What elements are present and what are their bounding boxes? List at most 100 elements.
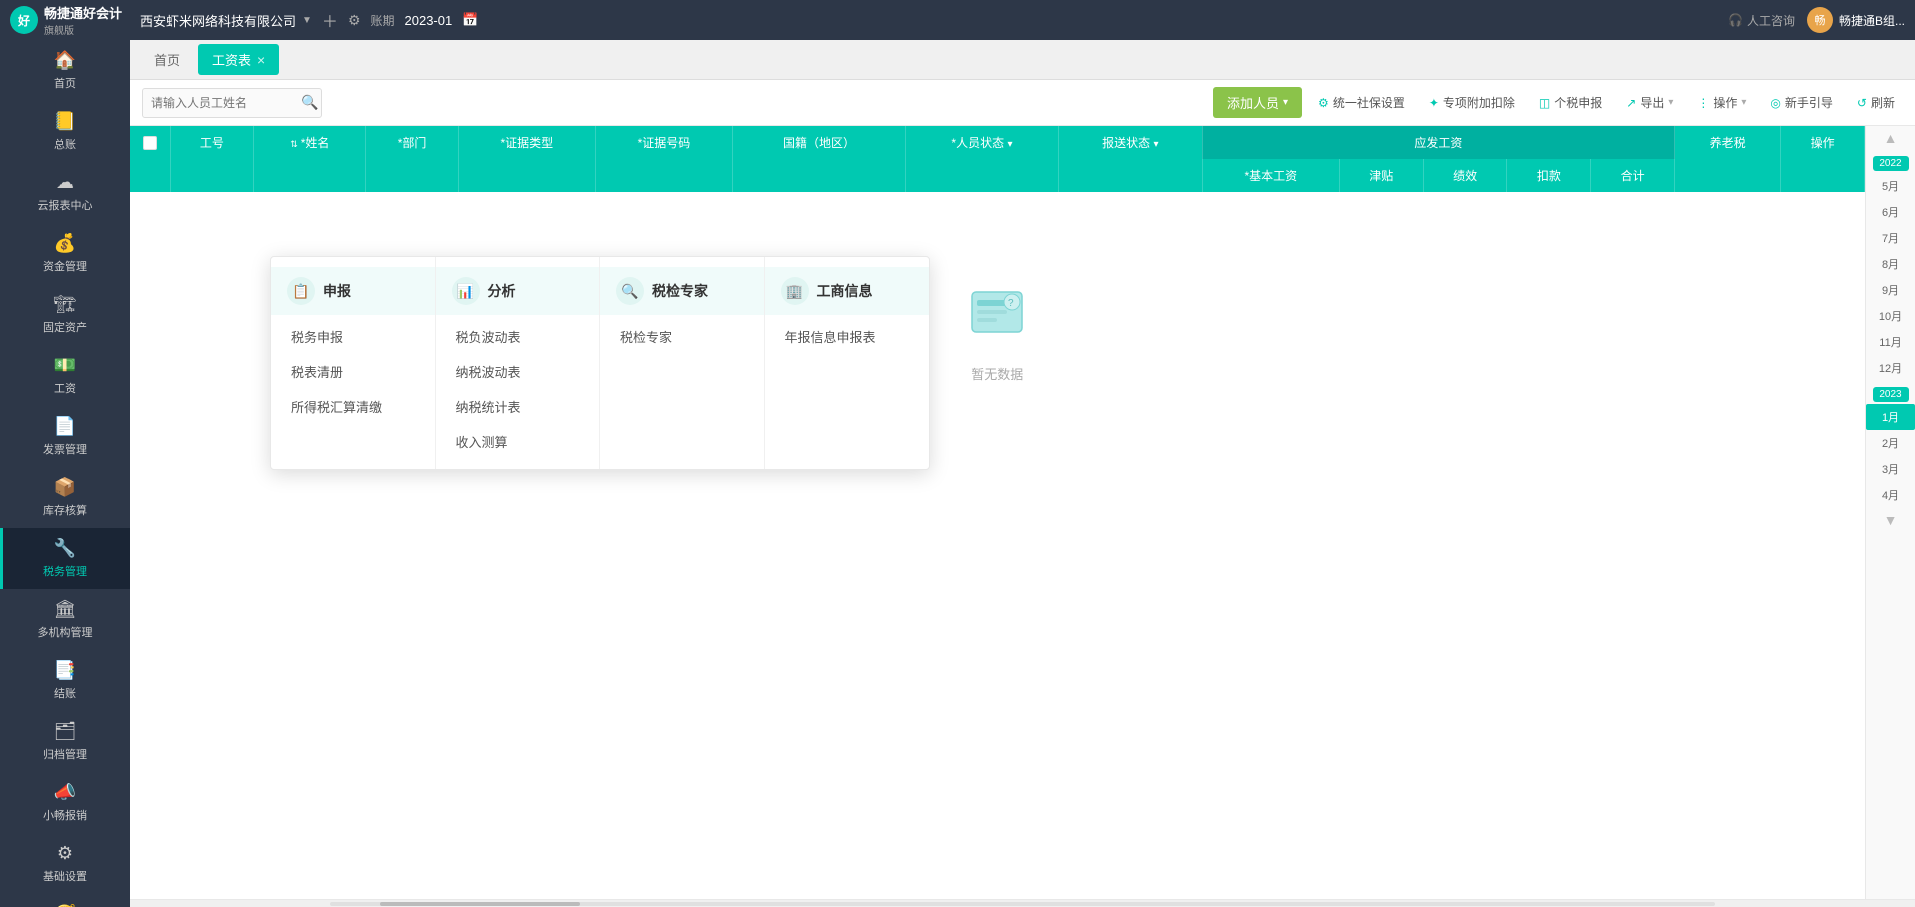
content-area: 首页 工资表 × 🔍 添加人员 ▾ ⚙ 统一社保设置 ✦ 专项附 — [130, 40, 1915, 907]
expert-icon: 🔍 — [616, 277, 644, 305]
scrollbar-thumb[interactable] — [380, 902, 580, 906]
sidebar-item-multiorg[interactable]: 🏛 多机构管理 — [0, 589, 130, 650]
th2-base-salary: *基本工资 — [1202, 159, 1339, 192]
cal-month-7[interactable]: 7月 — [1866, 225, 1915, 251]
toolbar: 🔍 添加人员 ▾ ⚙ 统一社保设置 ✦ 专项附加扣除 ◫ 个税申报 ↗ 导出 — [130, 80, 1915, 126]
cal-month-2[interactable]: 2月 — [1866, 430, 1915, 456]
sidebar-item-funds[interactable]: 💰 资金管理 — [0, 223, 130, 284]
dropdown-item-income-tax[interactable]: 所得税汇算清缴 — [271, 389, 435, 424]
business-icon: 🏢 — [781, 277, 809, 305]
select-all-checkbox[interactable] — [143, 136, 157, 150]
export-label: 导出 — [1640, 94, 1664, 111]
cal-month-3[interactable]: 3月 — [1866, 456, 1915, 482]
top-right: 🎧 人工咨询 畅 畅捷通B组... — [1728, 7, 1905, 33]
sidebar-expense-label: 小畅报销 — [43, 807, 87, 823]
social-insurance-label: 统一社保设置 — [1333, 94, 1405, 111]
setting-icon[interactable]: ⚙ — [348, 12, 361, 29]
headset-icon: 🎧 — [1728, 13, 1743, 27]
dropdown-item-tax-burden[interactable]: 税负波动表 — [436, 319, 600, 354]
dropdown-item-tax-declare[interactable]: 税务申报 — [271, 319, 435, 354]
tab-bar: 首页 工资表 × — [130, 40, 1915, 80]
cal-month-12[interactable]: 12月 — [1866, 355, 1915, 381]
top-bar: 好 畅捷通好会计 旗舰版 西安虾米网络科技有限公司 ▼ ＋ ⚙ 账期 2023-… — [0, 0, 1915, 40]
export-button[interactable]: ↗ 导出 ▾ — [1618, 90, 1681, 115]
dropdown-item-expert[interactable]: 税检专家 — [600, 319, 764, 354]
user-area[interactable]: 畅 畅捷通B组... — [1807, 7, 1905, 33]
cal-month-1[interactable]: 1月 — [1866, 404, 1915, 430]
dropdown-item-tax-list[interactable]: 税表清册 — [271, 354, 435, 389]
add-people-label: 添加人员 — [1227, 93, 1279, 112]
sidebar-item-close[interactable]: 📑 结账 — [0, 650, 130, 711]
search-input[interactable] — [151, 96, 301, 110]
dropdown-item-annual-report[interactable]: 年报信息申报表 — [765, 319, 930, 354]
sidebar-tax-label: 税务管理 — [43, 563, 87, 579]
add-people-button[interactable]: 添加人员 ▾ — [1213, 87, 1302, 118]
assets-icon: 🏗 — [54, 294, 77, 315]
cloud-icon: ☁ — [56, 172, 74, 193]
app-title: 畅捷通好会计 — [44, 3, 122, 22]
ledger-icon: 📒 — [54, 111, 76, 132]
company-dropdown-arrow: ▼ — [302, 15, 312, 26]
sidebar-item-assets[interactable]: 🏗 固定资产 — [0, 284, 130, 345]
dropdown-item-tax-stats[interactable]: 纳税统计表 — [436, 389, 600, 424]
guide-label: 新手引导 — [1785, 94, 1833, 111]
cal-month-11[interactable]: 11月 — [1866, 329, 1915, 355]
special-deduction-label: 专项附加扣除 — [1443, 94, 1515, 111]
sidebar-archive-label: 归档管理 — [43, 746, 87, 762]
special-deduction-button[interactable]: ✦ 专项附加扣除 — [1421, 90, 1523, 115]
app-subtitle: 旗舰版 — [44, 22, 122, 37]
th2-deduction: 扣款 — [1507, 159, 1591, 192]
th2-performance: 绩效 — [1423, 159, 1507, 192]
calendar-up-nav[interactable]: ▲ — [1884, 126, 1898, 150]
tax-declare-button[interactable]: ◫ 个税申报 — [1531, 90, 1610, 115]
invoice-icon: 📄 — [54, 416, 76, 437]
company-selector[interactable]: 西安虾米网络科技有限公司 ▼ — [140, 11, 312, 30]
cal-month-8[interactable]: 8月 — [1866, 251, 1915, 277]
sidebar-item-guide[interactable]: 🧭 新手引导 — [0, 894, 130, 907]
th2-empty11 — [1781, 159, 1865, 192]
guide-button[interactable]: ◎ 新手引导 — [1762, 90, 1841, 115]
sidebar-item-tax[interactable]: 🔧 税务管理 — [0, 528, 130, 589]
sidebar-item-cloud[interactable]: ☁ 云报表中心 — [0, 162, 130, 223]
social-insurance-button[interactable]: ⚙ 统一社保设置 — [1310, 90, 1413, 115]
tab-salary-table[interactable]: 工资表 × — [198, 44, 279, 75]
calendar-icon[interactable]: 📅 — [462, 12, 478, 28]
refresh-button[interactable]: ↺ 刷新 — [1849, 90, 1903, 115]
sidebar-invoice-label: 发票管理 — [43, 441, 87, 457]
th2-empty9 — [1058, 159, 1202, 192]
sidebar-item-expense[interactable]: 📣 小畅报销 — [0, 772, 130, 833]
calendar-year-2022: 2022 — [1873, 156, 1909, 171]
sidebar-item-home[interactable]: 🏠 首页 — [0, 40, 130, 101]
person-status-filter-icon[interactable]: ▾ — [1007, 139, 1012, 150]
cal-month-6[interactable]: 6月 — [1866, 199, 1915, 225]
sidebar-item-invoice[interactable]: 📄 发票管理 — [0, 406, 130, 467]
support-button[interactable]: 🎧 人工咨询 — [1728, 12, 1795, 29]
tab-home[interactable]: 首页 — [140, 44, 194, 75]
cal-month-9[interactable]: 9月 — [1866, 277, 1915, 303]
report-status-filter-icon[interactable]: ▾ — [1153, 139, 1158, 150]
sidebar-multiorg-label: 多机构管理 — [38, 624, 93, 640]
add-company-button[interactable]: ＋ — [322, 8, 338, 32]
sidebar-item-inventory[interactable]: 📦 库存核算 — [0, 467, 130, 528]
dropdown-item-tax-change[interactable]: 纳税波动表 — [436, 354, 600, 389]
search-wrap: 🔍 — [142, 88, 322, 118]
sidebar-item-settings[interactable]: ⚙ 基础设置 — [0, 833, 130, 894]
dropdown-item-income-calc[interactable]: 收入测算 — [436, 424, 600, 459]
dropdown-header-business: 🏢 工商信息 — [765, 267, 930, 315]
calendar-down-nav[interactable]: ▼ — [1884, 508, 1898, 532]
cal-month-10[interactable]: 10月 — [1866, 303, 1915, 329]
tab-close-button[interactable]: × — [257, 52, 265, 68]
operations-arrow: ▾ — [1741, 97, 1746, 108]
cal-month-4[interactable]: 4月 — [1866, 482, 1915, 508]
sidebar-settings-label: 基础设置 — [43, 868, 87, 884]
sidebar-item-ledger[interactable]: 📒 总账 — [0, 101, 130, 162]
cal-month-5[interactable]: 5月 — [1866, 173, 1915, 199]
tax-declare-icon: ◫ — [1539, 96, 1550, 110]
th-report-status: 报送状态 ▾ — [1058, 126, 1202, 159]
archive-icon: 🗂 — [54, 721, 77, 742]
sidebar-item-archive[interactable]: 🗂 归档管理 — [0, 711, 130, 772]
sidebar-item-salary[interactable]: 💵 工资 — [0, 345, 130, 406]
th2-empty5 — [458, 159, 595, 192]
sidebar-cloud-label: 云报表中心 — [38, 197, 93, 213]
operations-button[interactable]: ⋮ 操作 ▾ — [1689, 90, 1754, 115]
